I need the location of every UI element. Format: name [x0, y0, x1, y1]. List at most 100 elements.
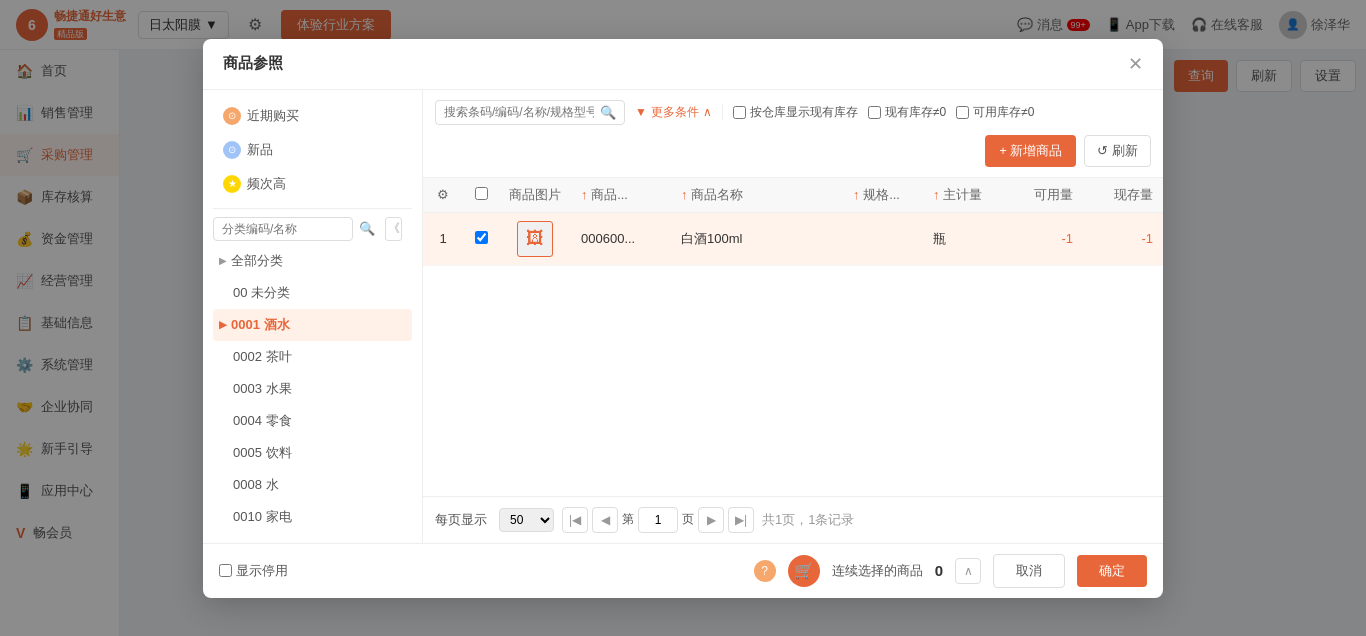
category-item-0010[interactable]: 0010 家电	[213, 501, 412, 533]
per-page-select[interactable]: 50 100	[499, 508, 554, 532]
pagination: 每页显示 50 100 |◀ ◀ 第 页 ▶ ▶| 共1页，1条记录	[423, 496, 1163, 543]
modal-title: 商品参照	[223, 54, 283, 73]
disabled-checkbox[interactable]	[219, 564, 232, 577]
page-nav: |◀ ◀ 第 页 ▶ ▶|	[562, 507, 754, 533]
sort-up-icon: ↑	[581, 187, 588, 202]
confirm-button[interactable]: 确定	[1077, 555, 1147, 587]
col-header-stock: 现存量	[1083, 178, 1163, 213]
product-reference-modal: 商品参照 ✕ ⊙ 近期购买 ⊙ 新品 ★ 频次高	[203, 39, 1163, 598]
left-tabs: ⊙ 近期购买 ⊙ 新品 ★ 频次高	[203, 100, 422, 200]
product-table: ⚙ 商品图片 ↑ 商品... ↑	[423, 178, 1163, 266]
usable-stock-checkbox[interactable]	[956, 106, 969, 119]
recent-icon: ⊙	[223, 107, 241, 125]
page-word-2: 页	[682, 511, 694, 528]
col-header-unit[interactable]: ↑ 主计量	[923, 178, 1003, 213]
product-search-box: 🔍	[435, 100, 625, 125]
select-all-checkbox[interactable]	[475, 187, 488, 200]
collapse-cart-button[interactable]: ∧	[955, 558, 981, 584]
product-search-icon[interactable]: 🔍	[600, 105, 616, 120]
first-page-button[interactable]: |◀	[562, 507, 588, 533]
add-product-button[interactable]: + 新增商品	[985, 135, 1076, 167]
col-header-code[interactable]: ↑ 商品...	[571, 178, 671, 213]
prev-page-button[interactable]: ◀	[592, 507, 618, 533]
product-thumbnail: 🖼	[517, 221, 553, 257]
checkbox-warehouse[interactable]: 按仓库显示现有库存	[733, 104, 858, 121]
product-search-input[interactable]	[444, 105, 594, 119]
page-word: 第	[622, 511, 634, 528]
tab-frequent[interactable]: ★ 频次高	[213, 168, 412, 200]
modal-footer: 显示停用 ? 🛒 连续选择的商品 0 ∧ 取消 确定	[203, 543, 1163, 598]
table-row[interactable]: 1 🖼 000600... 白酒100ml 瓶 -1 -1	[423, 212, 1163, 265]
category-list: ▶ 全部分类 00 未分类 ▶ 0001 酒水 0002 茶叶 0003 水果	[203, 245, 422, 533]
freq-icon: ★	[223, 175, 241, 193]
toolbar-actions: + 新增商品 ↺ 刷新	[985, 135, 1151, 167]
more-filter-button[interactable]: ▼ 更多条件 ∧	[635, 104, 712, 121]
filter-icon: ▼	[635, 105, 647, 119]
per-page-label: 每页显示	[435, 511, 487, 529]
next-page-button[interactable]: ▶	[698, 507, 724, 533]
row-name: 白酒100ml	[671, 212, 843, 265]
row-checkbox[interactable]	[475, 231, 488, 244]
category-item-0001[interactable]: ▶ 0001 酒水	[213, 309, 412, 341]
category-item-0002[interactable]: 0002 茶叶	[213, 341, 412, 373]
row-unit: 瓶	[923, 212, 1003, 265]
page-input[interactable]	[638, 507, 678, 533]
cart-count: 0	[935, 562, 943, 579]
display-disabled-checkbox[interactable]: 显示停用	[219, 562, 288, 580]
warehouse-checkbox[interactable]	[733, 106, 746, 119]
tab-recent[interactable]: ⊙ 近期购买	[213, 100, 412, 132]
table-header-row: ⚙ 商品图片 ↑ 商品... ↑	[423, 178, 1163, 213]
checkbox-positive-stock[interactable]: 现有库存≠0	[868, 104, 946, 121]
modal-overlay: 商品参照 ✕ ⊙ 近期购买 ⊙ 新品 ★ 频次高	[0, 0, 1366, 636]
chevron-icon: ▶	[219, 255, 227, 266]
col-header-spec[interactable]: ↑ 规格...	[843, 178, 923, 213]
category-item-0005[interactable]: 0005 饮料	[213, 437, 412, 469]
col-header-name[interactable]: ↑ 商品名称	[671, 178, 843, 213]
cancel-button[interactable]: 取消	[993, 554, 1065, 588]
help-icon[interactable]: ?	[754, 560, 776, 582]
checkbox-usable-stock[interactable]: 可用库存≠0	[956, 104, 1034, 121]
divider	[213, 208, 412, 209]
row-stock: -1	[1083, 212, 1163, 265]
page-total: 共1页，1条记录	[762, 511, 854, 529]
toolbar-divider	[722, 104, 723, 120]
tab-new[interactable]: ⊙ 新品	[213, 134, 412, 166]
category-search-input[interactable]	[213, 217, 353, 241]
col-header-settings[interactable]: ⚙	[423, 178, 463, 213]
left-panel: ⊙ 近期购买 ⊙ 新品 ★ 频次高	[203, 90, 423, 543]
filter-arrow-icon: ∧	[703, 105, 712, 119]
last-page-button[interactable]: ▶|	[728, 507, 754, 533]
category-search: 🔍	[213, 217, 375, 241]
modal-body: ⊙ 近期购买 ⊙ 新品 ★ 频次高	[203, 90, 1163, 543]
col-header-checkbox[interactable]	[463, 178, 499, 213]
right-panel: 🔍 ▼ 更多条件 ∧ 按仓库显示现有库存 现有库存≠0	[423, 90, 1163, 543]
category-item-0008[interactable]: 0008 水	[213, 469, 412, 501]
footer-right: ? 🛒 连续选择的商品 0 ∧ 取消 确定	[754, 554, 1147, 588]
modal-header: 商品参照 ✕	[203, 39, 1163, 90]
category-item-all[interactable]: ▶ 全部分类	[213, 245, 412, 277]
col-header-image: 商品图片	[499, 178, 571, 213]
row-checkbox-cell[interactable]	[463, 212, 499, 265]
row-image-cell: 🖼	[499, 212, 571, 265]
category-search-icon[interactable]: 🔍	[359, 221, 375, 236]
row-code: 000600...	[571, 212, 671, 265]
sort-up-icon-name: ↑	[681, 187, 688, 202]
sort-up-icon-unit: ↑	[933, 187, 940, 202]
new-icon: ⊙	[223, 141, 241, 159]
category-item-0004[interactable]: 0004 零食	[213, 405, 412, 437]
category-item-0003[interactable]: 0003 水果	[213, 373, 412, 405]
category-item-uncategorized[interactable]: 00 未分类	[213, 277, 412, 309]
col-header-available: 可用量	[1003, 178, 1083, 213]
cart-button[interactable]: 🛒	[788, 555, 820, 587]
positive-stock-checkbox[interactable]	[868, 106, 881, 119]
chevron-active-icon: ▶	[219, 319, 227, 330]
collapse-panel-button[interactable]: 《	[385, 217, 402, 241]
refresh-button[interactable]: ↺ 刷新	[1084, 135, 1151, 167]
close-button[interactable]: ✕	[1128, 53, 1143, 75]
sort-up-icon-spec: ↑	[853, 187, 860, 202]
right-toolbar: 🔍 ▼ 更多条件 ∧ 按仓库显示现有库存 现有库存≠0	[423, 90, 1163, 178]
row-index: 1	[423, 212, 463, 265]
cart-label: 连续选择的商品	[832, 562, 923, 580]
product-table-wrap: ⚙ 商品图片 ↑ 商品... ↑	[423, 178, 1163, 496]
row-available: -1	[1003, 212, 1083, 265]
